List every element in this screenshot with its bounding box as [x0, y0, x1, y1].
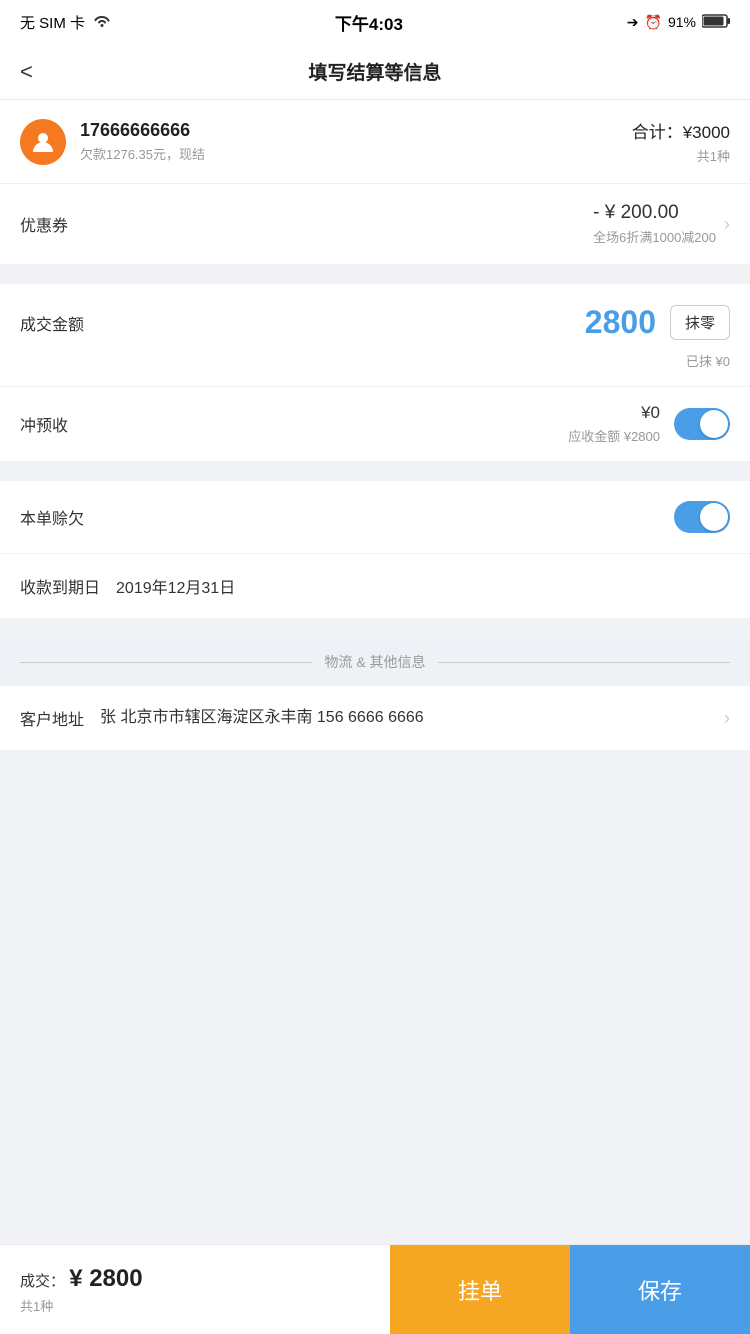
coupon-discount: - ¥ 200.00: [593, 202, 716, 224]
amount-right: 2800 抹零: [585, 304, 730, 341]
prepay-amount: ¥0: [568, 403, 660, 423]
user-row: 17666666666 欠款1276.35元，现结 合计：¥3000 共1种: [0, 100, 750, 183]
prepay-right: ¥0 应收金额 ¥2800: [568, 403, 730, 445]
address-card[interactable]: 客户地址 张 北京市市辖区海淀区永丰南 156 6666 6666 ›: [0, 686, 750, 750]
bottom-space: [0, 760, 750, 780]
coupon-desc: 全场6折满1000减200: [593, 227, 716, 246]
amount-card: 成交金额 2800 抹零 已抹 ¥0 冲预收 ¥0 应收金额 ¥2800: [0, 284, 750, 461]
bottom-bar: 成交： ¥ 2800 共1种 挂单 保存: [0, 1244, 750, 1334]
section-header-text: 物流 & 其他信息: [324, 652, 425, 672]
prepay-label: 冲预收: [20, 412, 68, 436]
page-title: 填写结算等信息: [308, 58, 441, 85]
nav-bar: < 填写结算等信息: [0, 44, 750, 100]
gray-separator-3: [0, 628, 750, 638]
status-time: 下午4:03: [335, 10, 403, 35]
avatar: [20, 119, 66, 165]
bad-debt-toggle[interactable]: [674, 501, 730, 533]
address-value: 张 北京市市辖区海淀区永丰南 156 6666 6666: [100, 706, 714, 730]
prepay-row: 冲预收 ¥0 应收金额 ¥2800: [0, 386, 750, 461]
prepay-receivable: 应收金额 ¥2800: [568, 426, 660, 445]
prepay-amount-block: ¥0 应收金额 ¥2800: [568, 403, 660, 445]
user-info-card: 17666666666 欠款1276.35元，现结 合计：¥3000 共1种 优…: [0, 100, 750, 264]
total-label: 合计：: [632, 123, 683, 142]
location-icon: ➔: [627, 14, 639, 31]
address-chevron-icon: ›: [724, 708, 730, 729]
coupon-row[interactable]: 优惠券 - ¥ 200.00 全场6折满1000减200 ›: [0, 184, 750, 264]
user-info: 17666666666 欠款1276.35元，现结: [80, 120, 205, 163]
carrier-text: 无 SIM 卡: [20, 12, 85, 33]
total-count: 共1种: [632, 146, 730, 165]
amount-sub: 已抹 ¥0: [0, 351, 750, 386]
bottom-summary: 成交： ¥ 2800 共1种: [0, 1265, 390, 1315]
coupon-chevron-icon: ›: [724, 214, 730, 235]
address-label: 客户地址: [20, 706, 90, 730]
header-line-right: [438, 662, 730, 663]
bad-debt-toggle-knob: [700, 503, 728, 531]
wifi-icon: [93, 13, 111, 31]
bottom-deal-amount: ¥ 2800: [69, 1265, 142, 1292]
user-phone: 17666666666: [80, 120, 205, 141]
hang-order-button[interactable]: 挂单: [390, 1245, 570, 1334]
due-date-value: 2019年12月31日: [116, 574, 235, 598]
prepay-toggle[interactable]: [674, 408, 730, 440]
round-down-button[interactable]: 抹零: [670, 305, 730, 340]
toggle-knob: [700, 410, 728, 438]
coupon-label: 优惠券: [20, 212, 68, 236]
save-button[interactable]: 保存: [570, 1245, 750, 1334]
user-debt: 欠款1276.35元，现结: [80, 144, 205, 163]
content-area: 17666666666 欠款1276.35元，现结 合计：¥3000 共1种 优…: [0, 100, 750, 880]
total-value: ¥3000: [683, 123, 730, 142]
gray-separator: [0, 274, 750, 284]
battery-icon: [702, 14, 730, 31]
coupon-info: - ¥ 200.00 全场6折满1000减200: [593, 202, 716, 246]
gray-separator-2: [0, 471, 750, 481]
deal-label: 成交：: [20, 1273, 65, 1290]
bad-debt-row: 本单赊欠: [0, 481, 750, 553]
status-bar: 无 SIM 卡 下午4:03 ➔ ⏰ 91%: [0, 0, 750, 44]
back-button[interactable]: <: [20, 59, 33, 85]
bottom-count: 共1种: [20, 1296, 370, 1315]
bad-debt-label: 本单赊欠: [20, 505, 84, 529]
bottom-deal: 成交： ¥ 2800: [20, 1265, 370, 1293]
status-left: 无 SIM 卡: [20, 12, 111, 33]
deal-amount-row: 成交金额 2800 抹零: [0, 284, 750, 351]
due-date-label: 收款到期日: [20, 574, 100, 598]
due-date-row: 收款到期日 2019年12月31日: [0, 553, 750, 618]
clock-icon: ⏰: [645, 14, 662, 31]
battery-text: 91%: [668, 14, 696, 30]
coupon-right: - ¥ 200.00 全场6折满1000减200 ›: [593, 202, 730, 246]
deal-amount-label: 成交金额: [20, 311, 84, 335]
status-right: ➔ ⏰ 91%: [627, 14, 730, 31]
total-amount: 合计：¥3000: [632, 118, 730, 143]
logistics-section-header: 物流 & 其他信息: [0, 638, 750, 686]
user-total: 合计：¥3000 共1种: [632, 118, 730, 165]
deal-amount-value: 2800: [585, 304, 656, 341]
user-left: 17666666666 欠款1276.35元，现结: [20, 119, 205, 165]
header-line-left: [20, 662, 312, 663]
bad-debt-card: 本单赊欠 收款到期日 2019年12月31日: [0, 481, 750, 618]
